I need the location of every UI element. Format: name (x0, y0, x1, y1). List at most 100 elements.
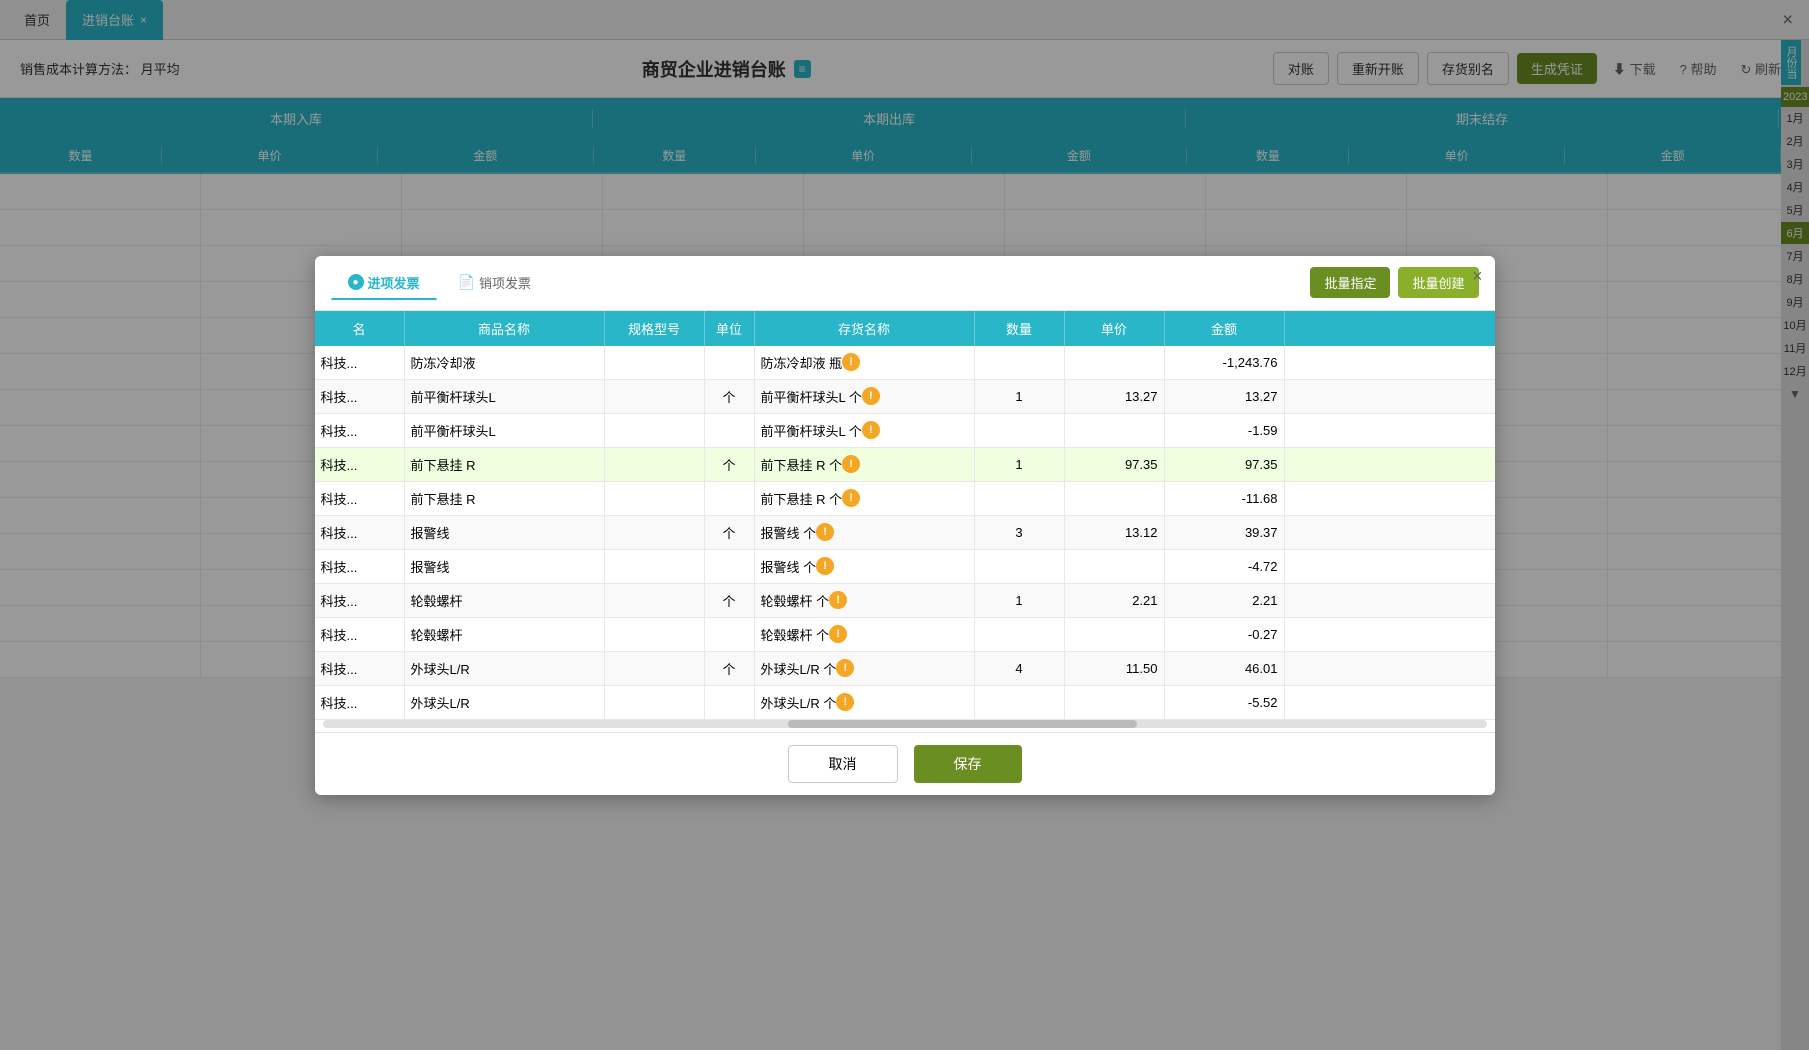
modal-table-body: 科技... 防冻冷却液 防冻冷却液 瓶! -1,243.76 科技... 前平衡杆球头L 个… (315, 346, 1495, 720)
table-cell (605, 652, 705, 685)
table-cell (705, 414, 755, 447)
table-cell: 科技... (315, 550, 405, 583)
modal-header-actions: 批量指定 批量创建 (1310, 267, 1478, 298)
table-cell: 前下悬挂 R (405, 482, 605, 515)
stock-name-text: 前平衡杆球头L 个 (761, 387, 862, 406)
table-cell: 11.50 (1065, 652, 1165, 685)
stock-name-text: 前下悬挂 R 个 (761, 489, 843, 508)
table-cell: -11.68 (1165, 482, 1285, 515)
purchase-tab-label: 进项发票 (368, 273, 420, 292)
cancel-button[interactable]: 取消 (788, 745, 898, 783)
table-cell: 外球头L/R (405, 686, 605, 719)
th-amount: 金额 (1165, 311, 1285, 346)
warning-icon: ! (842, 353, 860, 371)
purchase-tab-icon: ● (348, 274, 364, 290)
table-cell: 报警线 个! (755, 516, 975, 549)
tab-sales-invoice[interactable]: 📄 销项发票 (441, 266, 548, 299)
stock-name-text: 报警线 个 (761, 523, 817, 542)
modal-header: ● 进项发票 📄 销项发票 批量指定 批量创建 × (315, 256, 1495, 311)
stock-name-text: 轮毂螺杆 个 (761, 591, 830, 610)
table-cell: 科技... (315, 686, 405, 719)
table-row[interactable]: 科技...报警线报警线 个!-4.72 (315, 550, 1495, 584)
table-cell: 13.12 (1065, 516, 1165, 549)
table-row[interactable]: 科技...前下悬挂 R个前下悬挂 R 个!197.3597.35 (315, 448, 1495, 482)
table-row[interactable]: 科技...防冻冷却液防冻冷却液 瓶!-1,243.76 (315, 346, 1495, 380)
table-cell (1065, 346, 1165, 379)
modal-close-icon[interactable]: × (1472, 266, 1483, 287)
table-cell (975, 482, 1065, 515)
table-cell: 科技... (315, 482, 405, 515)
th-spec: 规格型号 (605, 311, 705, 346)
table-cell: 97.35 (1065, 448, 1165, 481)
table-cell: 前平衡杆球头L (405, 380, 605, 413)
table-cell: 个 (705, 448, 755, 481)
table-row[interactable]: 科技...轮毂螺杆轮毂螺杆 个!-0.27 (315, 618, 1495, 652)
table-cell: 3 (975, 516, 1065, 549)
stock-name-text: 外球头L/R 个 (761, 693, 837, 712)
modal-footer: 取消 保存 (315, 732, 1495, 795)
table-cell: 科技... (315, 516, 405, 549)
table-cell: 报警线 个! (755, 550, 975, 583)
table-cell: 2.21 (1165, 584, 1285, 617)
th-name: 名 (315, 311, 405, 346)
table-cell (605, 686, 705, 719)
batch-assign-button[interactable]: 批量指定 (1310, 267, 1390, 298)
table-cell: 科技... (315, 448, 405, 481)
table-row[interactable]: 科技...前下悬挂 R 前下悬挂 R 个! -11.68 (315, 482, 1495, 516)
table-row[interactable]: 科技...外球头L/R外球头L/R 个!-5.52 (315, 686, 1495, 720)
table-row[interactable]: 科技...前平衡杆球头L个前平衡杆球头L 个!113.2713.27 (315, 380, 1495, 414)
sales-tab-label: 销项发票 (479, 273, 531, 292)
table-cell: 前平衡杆球头L 个! (755, 380, 975, 413)
table-cell: 轮毂螺杆 个! (755, 584, 975, 617)
modal-dialog: ● 进项发票 📄 销项发票 批量指定 批量创建 × 名 商品名称 (315, 256, 1495, 795)
table-cell: 1 (975, 584, 1065, 617)
table-cell: 个 (705, 380, 755, 413)
table-cell (705, 346, 755, 379)
table-row[interactable]: 科技...外球头L/R个外球头L/R 个!411.5046.01 (315, 652, 1495, 686)
warning-icon: ! (842, 455, 860, 473)
stock-name-text: 防冻冷却液 瓶 (761, 353, 843, 372)
table-cell (1065, 618, 1165, 651)
table-cell: -0.27 (1165, 618, 1285, 651)
table-cell (1065, 414, 1165, 447)
stock-name-text: 外球头L/R 个 (761, 659, 837, 678)
table-cell: 前下悬挂 R 个! (755, 482, 975, 515)
table-row[interactable]: 科技...轮毂螺杆个轮毂螺杆 个!12.212.21 (315, 584, 1495, 618)
warning-icon: ! (842, 489, 860, 507)
table-cell (605, 414, 705, 447)
table-cell (705, 550, 755, 583)
table-cell: 轮毂螺杆 (405, 584, 605, 617)
table-row[interactable]: 科技...报警线个报警线 个!313.1239.37 (315, 516, 1495, 550)
table-cell (1065, 482, 1165, 515)
table-cell (605, 618, 705, 651)
warning-icon: ! (862, 421, 880, 439)
stock-name-text: 轮毂螺杆 个 (761, 625, 830, 644)
modal-table: 名 商品名称 规格型号 单位 存货名称 数量 单价 金额 科技...防冻冷却液防… (315, 311, 1495, 720)
table-cell: 97.35 (1165, 448, 1285, 481)
tab-purchase-invoice[interactable]: ● 进项发票 (331, 266, 437, 300)
table-cell: 2.21 (1065, 584, 1165, 617)
table-cell: 轮毂螺杆 (405, 618, 605, 651)
table-cell (1065, 550, 1165, 583)
scrollbar-thumb[interactable] (788, 720, 1137, 728)
table-cell (605, 482, 705, 515)
table-cell: 个 (705, 516, 755, 549)
warning-icon: ! (816, 557, 834, 575)
save-button[interactable]: 保存 (914, 745, 1022, 783)
th-unit: 单位 (705, 311, 755, 346)
table-cell (1065, 686, 1165, 719)
table-row[interactable]: 科技...前平衡杆球头L前平衡杆球头L 个!-1.59 (315, 414, 1495, 448)
table-cell (605, 448, 705, 481)
stock-name-text: 前平衡杆球头L 个 (761, 421, 862, 440)
table-cell: 防冻冷却液 (405, 346, 605, 379)
table-cell: 39.37 (1165, 516, 1285, 549)
table-cell (605, 516, 705, 549)
th-qty: 数量 (975, 311, 1065, 346)
table-cell: 1 (975, 448, 1065, 481)
horizontal-scrollbar[interactable] (315, 720, 1495, 728)
batch-create-button[interactable]: 批量创建 (1398, 267, 1478, 298)
table-cell: 科技... (315, 584, 405, 617)
stock-name-text: 前下悬挂 R 个 (761, 455, 843, 474)
table-cell: -1,243.76 (1165, 346, 1285, 379)
table-cell (975, 346, 1065, 379)
